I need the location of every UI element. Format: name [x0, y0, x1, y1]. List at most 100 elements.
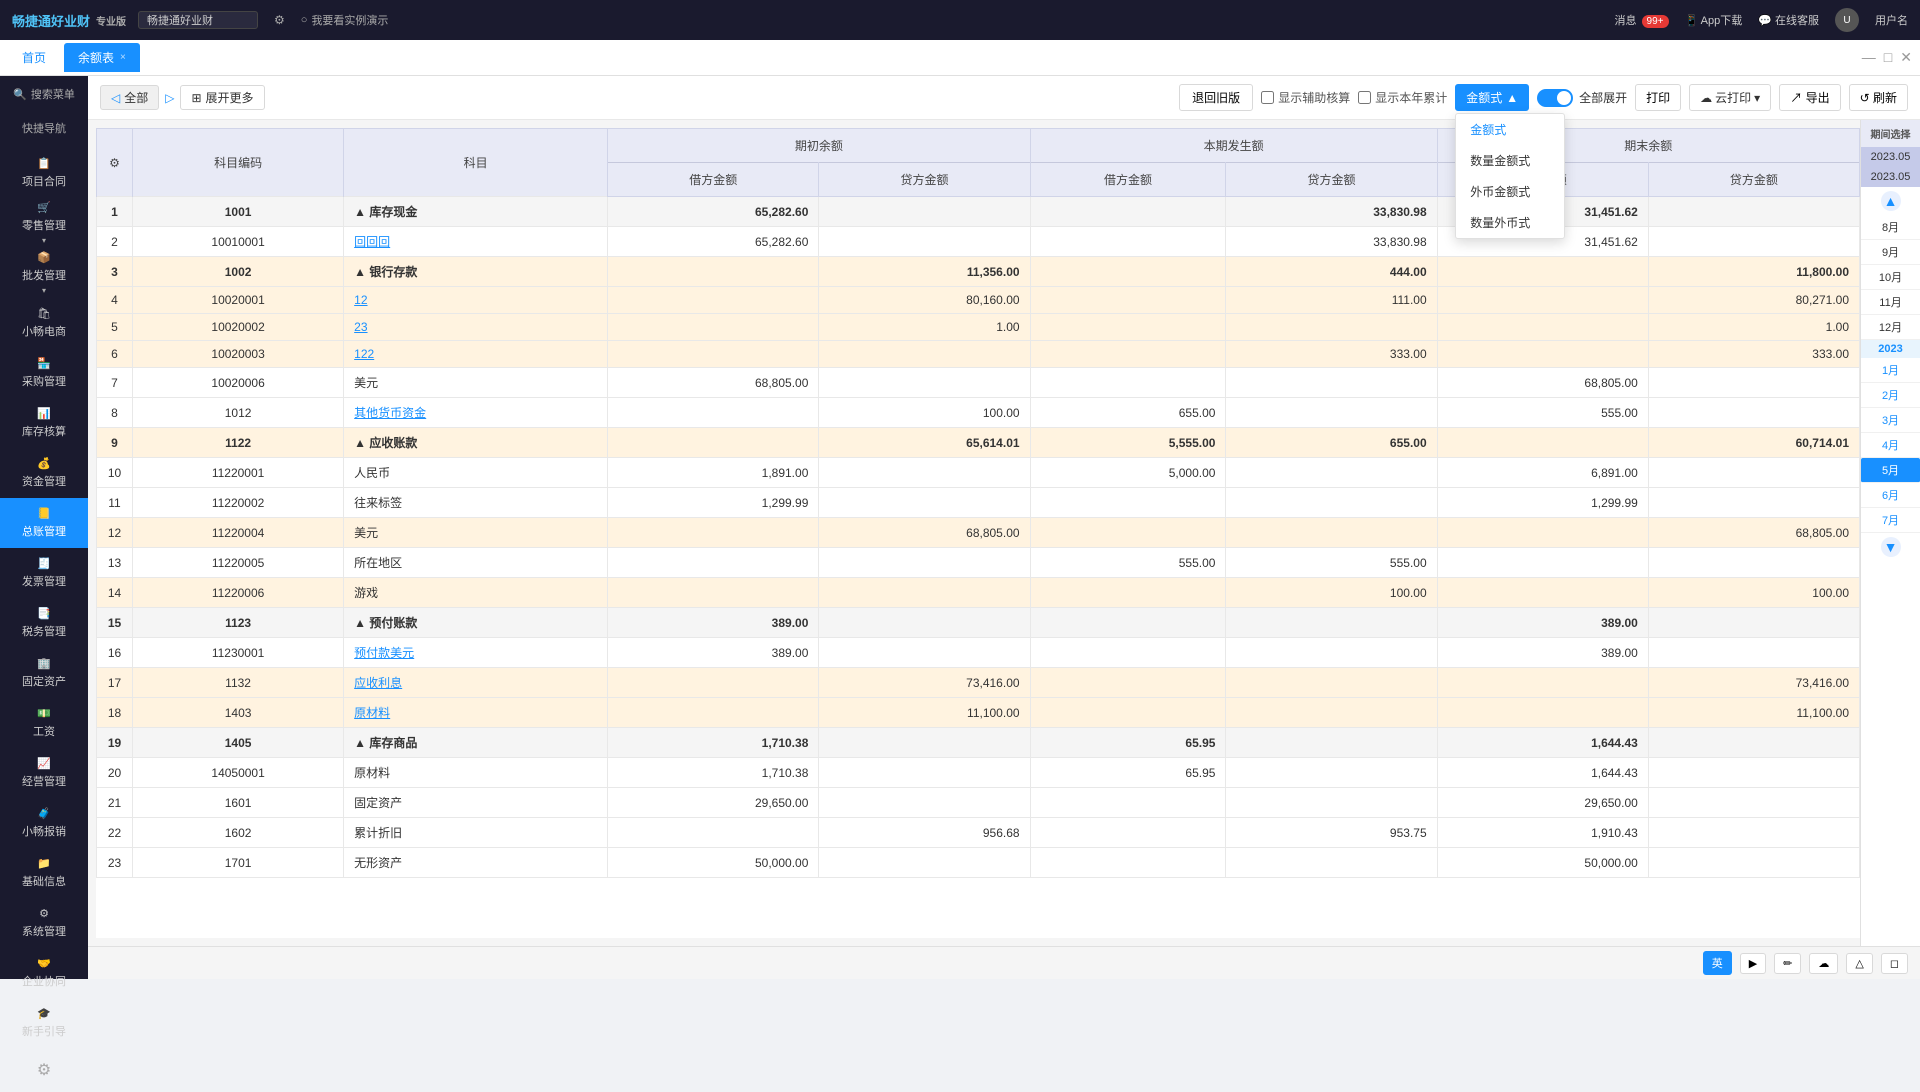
- month-8[interactable]: 8月: [1861, 215, 1920, 240]
- demo-link[interactable]: ○ 我要看实例演示: [301, 12, 389, 28]
- sidebar-item-ledger[interactable]: 📒 总账管理: [0, 498, 88, 548]
- nav-down-icon[interactable]: ▼: [1881, 537, 1901, 557]
- settings-gear-icon[interactable]: ⚙: [274, 13, 285, 27]
- month-3[interactable]: 3月: [1861, 408, 1920, 433]
- bottom-btn-box[interactable]: ◻: [1881, 953, 1908, 974]
- toggle-switch-track[interactable]: [1537, 89, 1573, 107]
- month-7[interactable]: 7月: [1861, 508, 1920, 533]
- sidebar: 🔍 搜索菜单 快捷导航 📋 项目合同 🛒 零售管理 ▾ 📦 批发管理 ▾ 🛍 小…: [0, 76, 88, 979]
- app-title-input[interactable]: [138, 11, 258, 29]
- main-layout: 🔍 搜索菜单 快捷导航 📋 项目合同 🛒 零售管理 ▾ 📦 批发管理 ▾ 🛍 小…: [0, 76, 1920, 979]
- amount-mode-option-4[interactable]: 数量外币式: [1456, 207, 1564, 238]
- month-2[interactable]: 2月: [1861, 383, 1920, 408]
- app-download-button[interactable]: 📱 App下载: [1685, 12, 1743, 28]
- row-ob-debit: 1,710.38: [608, 758, 819, 788]
- back-to-old-button[interactable]: 退回旧版: [1179, 84, 1253, 111]
- bottom-btn-edit[interactable]: ✏: [1774, 953, 1801, 974]
- online-support-button[interactable]: 💬 在线客服: [1758, 12, 1819, 28]
- bottom-btn-play[interactable]: ▶: [1740, 953, 1766, 974]
- month-1[interactable]: 1月: [1861, 358, 1920, 383]
- month-4[interactable]: 4月: [1861, 433, 1920, 458]
- refresh-button[interactable]: ↺ 刷新: [1849, 84, 1908, 111]
- bottom-btn-cloud[interactable]: ☁: [1809, 953, 1838, 974]
- tab-close-icon[interactable]: ×: [120, 52, 126, 63]
- window-close-icon[interactable]: ✕: [1900, 49, 1912, 66]
- account-link[interactable]: 预付款美元: [354, 646, 414, 660]
- sidebar-item-purchase[interactable]: 🏪 采购管理: [0, 348, 88, 398]
- sidebar-item-collab[interactable]: 🤝 企业协同: [0, 948, 88, 998]
- sidebar-item-basic[interactable]: 📁 基础信息: [0, 848, 88, 898]
- row-cb-debit: [1437, 341, 1648, 368]
- row-cb-debit: [1437, 428, 1648, 458]
- sidebar-item-operations[interactable]: 📈 经营管理: [0, 748, 88, 798]
- row-cb-credit: 11,100.00: [1648, 698, 1859, 728]
- right-panel-year-2[interactable]: 2023.05: [1861, 167, 1920, 187]
- nav-up-icon[interactable]: ▲: [1881, 191, 1901, 211]
- user-avatar[interactable]: U: [1835, 8, 1859, 32]
- amount-mode-option-2[interactable]: 数量金额式: [1456, 145, 1564, 176]
- th-settings[interactable]: ⚙: [97, 129, 133, 197]
- account-link[interactable]: 12: [354, 293, 367, 307]
- sidebar-item-invoice[interactable]: 🧾 发票管理: [0, 548, 88, 598]
- month-5[interactable]: 5月: [1861, 458, 1920, 483]
- sidebar-item-payroll[interactable]: 💵 工资: [0, 698, 88, 748]
- ytd-checkbox-input[interactable]: [1358, 91, 1371, 104]
- month-10[interactable]: 10月: [1861, 265, 1920, 290]
- right-panel-year-1[interactable]: 2023.05: [1861, 147, 1920, 167]
- window-minimize-icon[interactable]: —: [1862, 49, 1876, 66]
- sidebar-item-expense[interactable]: 🧳 小畅报销: [0, 798, 88, 848]
- row-code: 1123: [133, 608, 344, 638]
- account-link[interactable]: 23: [354, 320, 367, 334]
- expand-more-button[interactable]: ⊞ 展开更多: [180, 85, 264, 110]
- account-name: 美元: [354, 526, 378, 540]
- message-button[interactable]: 消息 99+: [1614, 12, 1668, 28]
- expand-all-toggle[interactable]: 全部展开: [1537, 89, 1627, 107]
- row-ob-credit: [819, 758, 1030, 788]
- sidebar-quick-nav[interactable]: 快捷导航: [0, 112, 88, 144]
- sidebar-item-retail[interactable]: 🛒 零售管理 ▾: [0, 198, 88, 248]
- sidebar-item-inventory[interactable]: 📊 库存核算: [0, 398, 88, 448]
- account-link[interactable]: 应收利息: [354, 676, 402, 690]
- account-link[interactable]: 原材料: [354, 706, 390, 720]
- tab-balance[interactable]: 余额表 ×: [64, 43, 140, 72]
- bottom-btn-upload[interactable]: △: [1846, 953, 1872, 974]
- window-maximize-icon[interactable]: □: [1884, 49, 1892, 66]
- row-ob-debit: [608, 698, 819, 728]
- bottom-bar: 英 ▶ ✏ ☁ △ ◻: [88, 946, 1920, 979]
- assist-checkbox-input[interactable]: [1261, 91, 1274, 104]
- amount-mode-option-1[interactable]: 金额式: [1456, 114, 1564, 145]
- sidebar-item-project[interactable]: 📋 项目合同: [0, 148, 88, 198]
- bottom-btn-en[interactable]: 英: [1703, 951, 1732, 975]
- show-ytd-checkbox[interactable]: 显示本年累计: [1358, 89, 1447, 106]
- account-link[interactable]: 122: [354, 347, 374, 361]
- sidebar-item-ecommerce[interactable]: 🛍 小畅电商: [0, 298, 88, 348]
- month-6[interactable]: 6月: [1861, 483, 1920, 508]
- account-link[interactable]: 回回回: [354, 235, 390, 249]
- guide-icon: 🎓: [37, 1007, 51, 1020]
- cloud-print-button[interactable]: ☁ 云打印 ▾: [1689, 84, 1771, 111]
- tab-home[interactable]: 首页: [8, 43, 60, 72]
- sidebar-item-capital[interactable]: 💰 资金管理: [0, 448, 88, 498]
- sidebar-search[interactable]: 🔍 搜索菜单: [0, 76, 88, 112]
- sidebar-settings-icon[interactable]: ⚙: [0, 1048, 88, 1092]
- export-button[interactable]: ↗ 导出: [1779, 84, 1840, 111]
- print-button[interactable]: 打印: [1635, 84, 1681, 111]
- top-bar: 畅捷通好业财 专业版 ⚙ ○ 我要看实例演示 消息 99+ 📱 App下载 💬 …: [0, 0, 1920, 40]
- account-link[interactable]: 其他货币资金: [354, 406, 426, 420]
- row-number: 2: [97, 227, 133, 257]
- breadcrumb-arrow-icon[interactable]: ▷: [165, 91, 174, 105]
- breadcrumb-all-button[interactable]: ◁ 全部: [100, 85, 159, 110]
- month-9[interactable]: 9月: [1861, 240, 1920, 265]
- month-11[interactable]: 11月: [1861, 290, 1920, 315]
- month-12[interactable]: 12月: [1861, 315, 1920, 340]
- amount-mode-option-3[interactable]: 外币金额式: [1456, 176, 1564, 207]
- sidebar-item-assets[interactable]: 🏢 固定资产: [0, 648, 88, 698]
- sidebar-item-wholesale[interactable]: 📦 批发管理 ▾: [0, 248, 88, 298]
- sidebar-item-guide[interactable]: 🎓 新手引导: [0, 998, 88, 1048]
- sidebar-item-system[interactable]: ⚙ 系统管理: [0, 898, 88, 948]
- amount-mode-button[interactable]: 金额式 ▲: [1455, 84, 1529, 111]
- user-name[interactable]: 用户名: [1875, 12, 1908, 28]
- show-assist-checkbox[interactable]: 显示辅助核算: [1261, 89, 1350, 106]
- sidebar-item-tax[interactable]: 📑 税务管理: [0, 598, 88, 648]
- toolbar-right: 退回旧版 显示辅助核算 显示本年累计 金额式 ▲ 金额式 数量金: [1179, 84, 1908, 111]
